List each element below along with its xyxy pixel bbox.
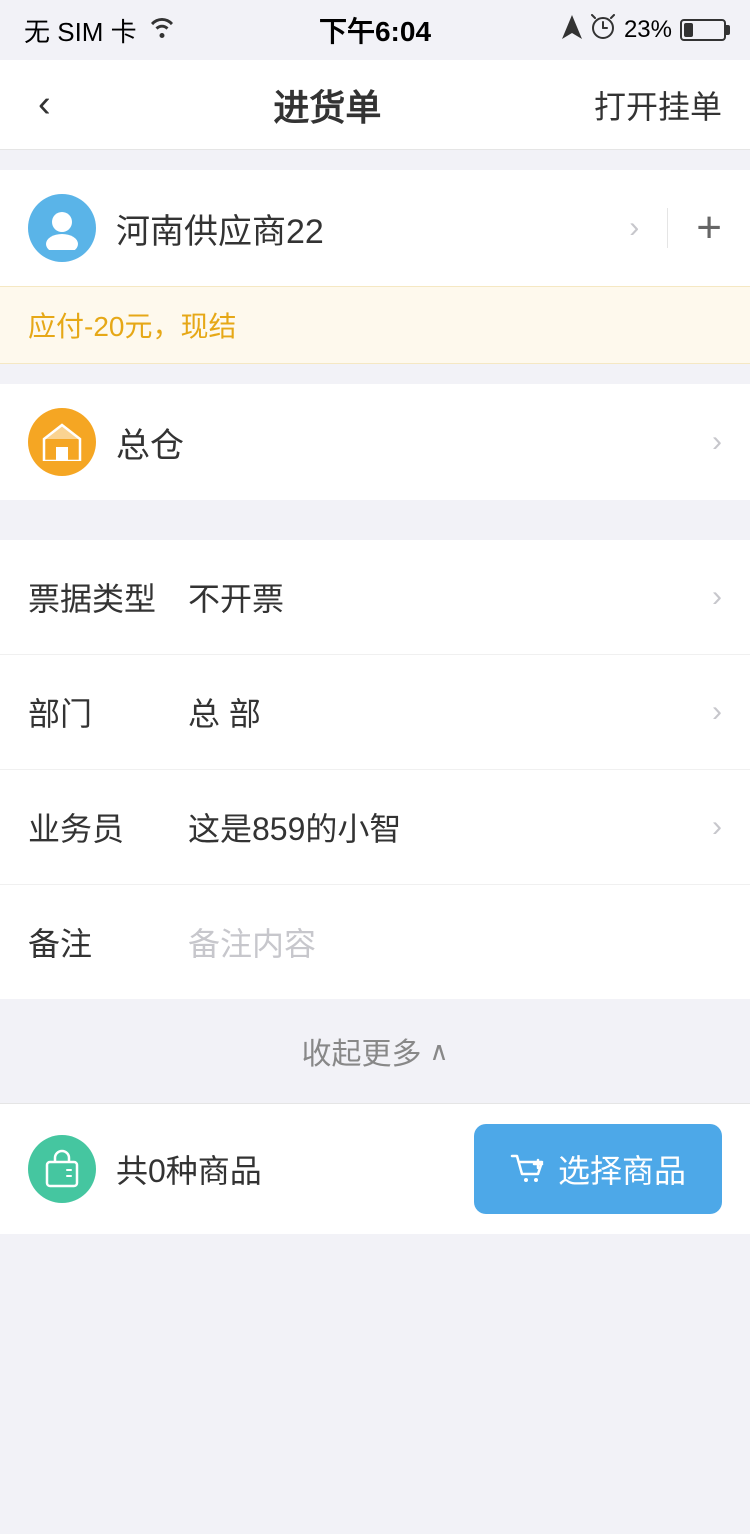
supplier-divider — [667, 208, 668, 248]
supplier-row[interactable]: 河南供应商22 › + — [0, 170, 750, 286]
salesperson-label: 业务员 — [28, 804, 168, 850]
shopping-bag-icon — [41, 1148, 83, 1190]
add-supplier-button[interactable]: + — [696, 206, 722, 250]
remark-label: 备注 — [28, 919, 168, 965]
collapse-icon: ∧ — [429, 1036, 448, 1067]
supplier-avatar — [28, 194, 96, 262]
collapse-button[interactable]: 收起更多 ∧ — [0, 999, 750, 1103]
invoice-type-row[interactable]: 票据类型 不开票 › — [0, 540, 750, 655]
status-right: 23% — [562, 14, 726, 47]
status-time: 下午6:04 — [319, 10, 431, 50]
warehouse-row[interactable]: 总仓 › — [0, 384, 750, 500]
page-title: 进货单 — [273, 79, 381, 131]
department-label: 部门 — [28, 689, 168, 735]
section-gap-2 — [0, 364, 750, 384]
supplier-right: › + — [629, 206, 722, 250]
alarm-icon — [590, 14, 616, 47]
house-icon — [42, 423, 82, 461]
department-row[interactable]: 部门 总 部 › — [0, 655, 750, 770]
warehouse-name: 总仓 — [116, 418, 712, 467]
section-gap-1 — [0, 150, 750, 170]
alert-banner: 应付-20元，现结 — [0, 286, 750, 364]
battery-percent: 23% — [624, 16, 672, 44]
chevron-right-icon: › — [629, 211, 639, 245]
battery-icon — [680, 19, 726, 41]
warehouse-chevron-icon: › — [712, 425, 722, 459]
carrier-text: 无 SIM 卡 — [24, 12, 137, 49]
salesperson-row[interactable]: 业务员 这是859的小智 › — [0, 770, 750, 885]
invoice-type-label: 票据类型 — [28, 574, 168, 620]
select-product-button[interactable]: 选择商品 — [474, 1124, 722, 1214]
cart-add-icon — [510, 1154, 546, 1184]
open-pending-button[interactable]: 打开挂单 — [594, 82, 722, 128]
info-section: 票据类型 不开票 › 部门 总 部 › 业务员 这是859的小智 › 备注 备注… — [0, 540, 750, 999]
invoice-type-chevron-icon: › — [712, 580, 722, 614]
supplier-section: 河南供应商22 › + 应付-20元，现结 — [0, 170, 750, 364]
salesperson-chevron-icon: › — [712, 810, 722, 844]
warehouse-icon — [28, 408, 96, 476]
status-left: 无 SIM 卡 — [24, 12, 177, 49]
product-icon-wrap — [28, 1135, 96, 1203]
person-icon — [40, 206, 84, 250]
salesperson-value: 这是859的小智 — [168, 804, 702, 850]
back-button[interactable]: ‹ — [28, 73, 61, 136]
product-count: 共0种商品 — [116, 1146, 454, 1192]
supplier-name: 河南供应商22 — [116, 204, 629, 253]
page-background — [0, 1234, 750, 1534]
location-icon — [562, 15, 582, 46]
collapse-text: 收起更多 — [301, 1029, 421, 1073]
department-chevron-icon: › — [712, 695, 722, 729]
department-value: 总 部 — [168, 689, 702, 735]
nav-bar: ‹ 进货单 打开挂单 — [0, 60, 750, 150]
battery-fill — [684, 23, 693, 37]
select-product-label: 选择商品 — [558, 1146, 686, 1192]
remark-row[interactable]: 备注 备注内容 — [0, 885, 750, 999]
section-gap-3 — [0, 500, 750, 520]
status-bar: 无 SIM 卡 下午6:04 23% — [0, 0, 750, 60]
invoice-type-value: 不开票 — [168, 574, 702, 620]
bottom-bar: 共0种商品 选择商品 — [0, 1103, 750, 1234]
remark-input[interactable]: 备注内容 — [168, 919, 722, 965]
wifi-icon — [147, 15, 177, 46]
